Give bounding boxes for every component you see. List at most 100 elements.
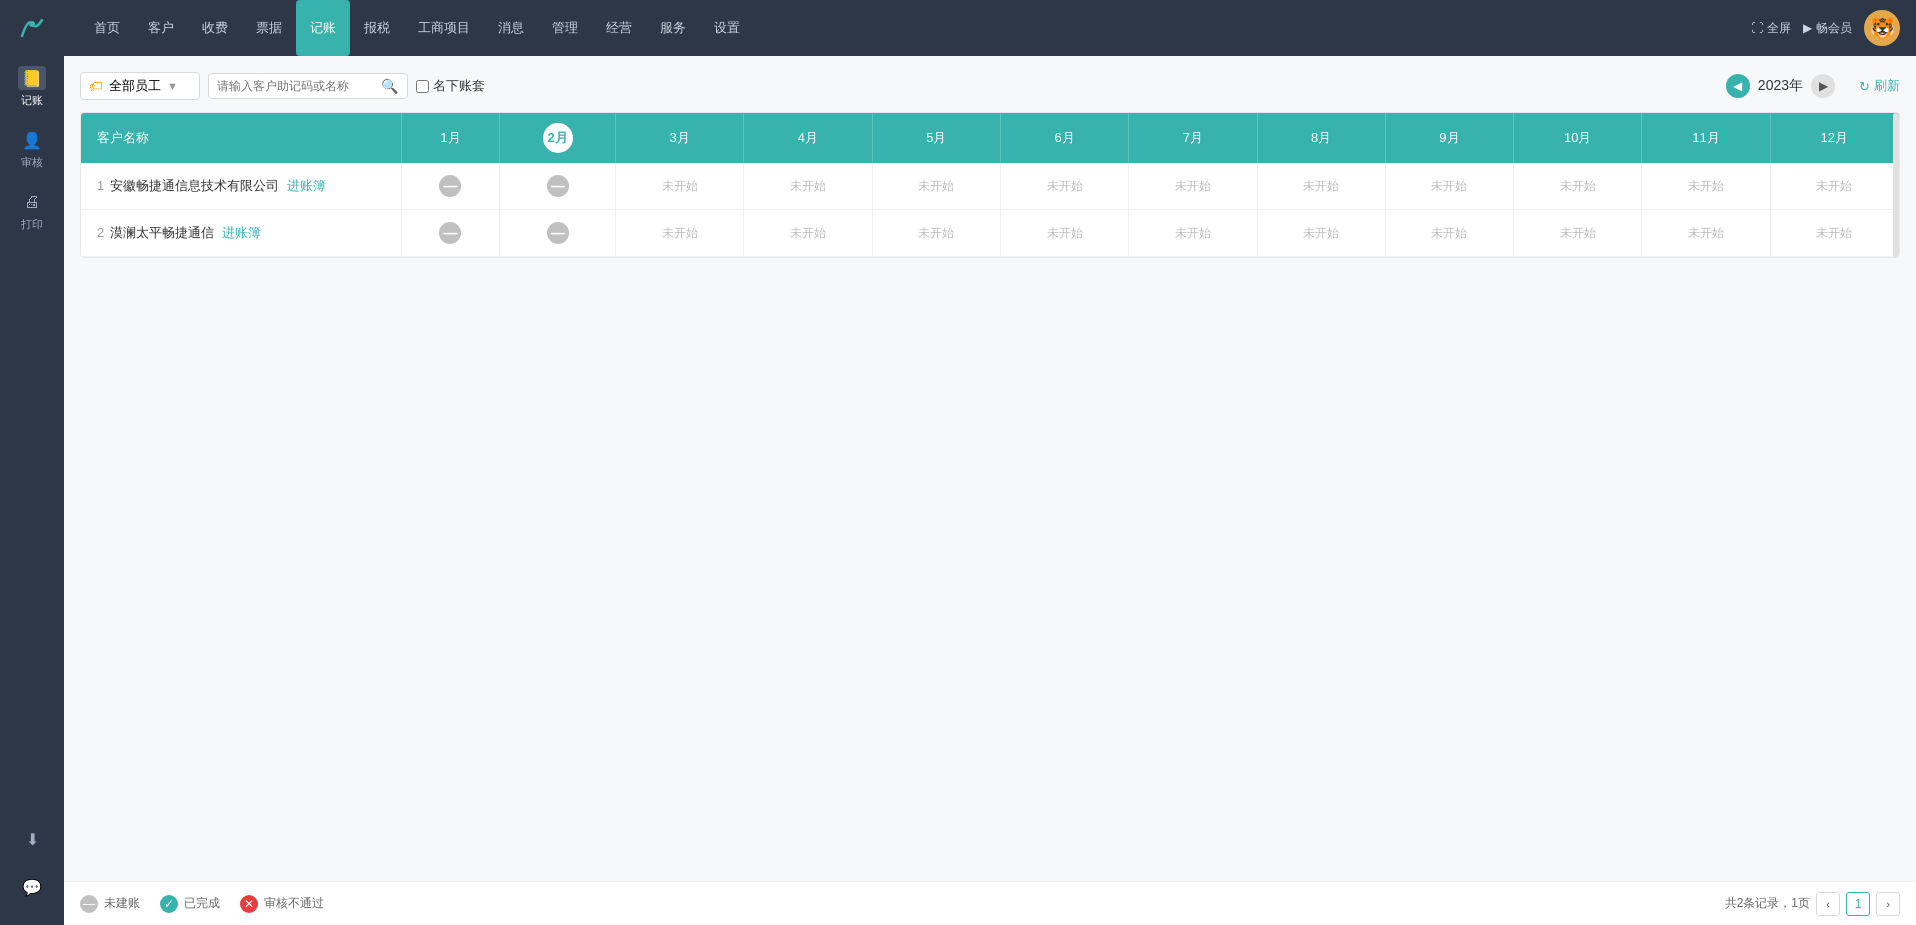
month-cell-11: 未开始 <box>1642 163 1770 210</box>
content-area: 🏷 全部员工 ▼ 🔍 名下账套 ◀ 2023年 ▶ ↻ 刷新 <box>64 56 1916 881</box>
not-started-text: 未开始 <box>1816 179 1852 193</box>
month-cell-7: 未开始 <box>1129 210 1257 257</box>
not-started-text: 未开始 <box>662 226 698 240</box>
month-cell-3: 未开始 <box>616 210 744 257</box>
sidebar-item-ledger[interactable]: 📒 记账 <box>0 56 64 118</box>
refresh-icon: ↻ <box>1859 79 1870 94</box>
user-avatar[interactable]: 🐯 <box>1864 10 1900 46</box>
month-cell-2: — <box>500 210 616 257</box>
month-cell-9: 未开始 <box>1385 163 1513 210</box>
account-set-checkbox[interactable] <box>416 80 429 93</box>
sidebar-item-audit-label: 审核 <box>21 155 43 170</box>
client-search-input[interactable] <box>217 79 377 93</box>
not-started-text: 未开始 <box>1303 226 1339 240</box>
footer-bar: — 未建账 ✓ 已完成 ✕ 审核不通过 共2条记录，1页 ‹ 1 › <box>64 881 1916 925</box>
not-started-text: 未开始 <box>1047 226 1083 240</box>
not-started-text: 未开始 <box>790 179 826 193</box>
col-nov: 11月 <box>1642 113 1770 163</box>
col-apr: 4月 <box>744 113 872 163</box>
sidebar-item-print-label: 打印 <box>21 217 43 232</box>
audit-icon: 👤 <box>18 128 46 152</box>
svg-point-0 <box>14 10 50 46</box>
status-dash-icon: — <box>439 222 461 244</box>
month-cell-7: 未开始 <box>1129 163 1257 210</box>
legend-rejected-label: 审核不通过 <box>264 895 324 912</box>
legend-not-built: — 未建账 <box>80 895 140 913</box>
nav-message[interactable]: 消息 <box>484 0 538 56</box>
not-started-text: 未开始 <box>1431 179 1467 193</box>
sidebar-item-support[interactable]: 💬 <box>0 865 64 909</box>
row-number: 2 <box>97 225 104 240</box>
sidebar-bottom: ⬇ 💬 <box>0 817 64 925</box>
nav-tax[interactable]: 报税 <box>350 0 404 56</box>
not-started-text: 未开始 <box>1175 226 1211 240</box>
col-aug: 8月 <box>1257 113 1385 163</box>
nav-service[interactable]: 服务 <box>646 0 700 56</box>
fullscreen-button[interactable]: ⛶ 全屏 <box>1751 20 1791 37</box>
not-started-text: 未开始 <box>662 179 698 193</box>
enter-ledger-link[interactable]: 进账簿 <box>287 178 326 193</box>
status-dash-icon: — <box>547 222 569 244</box>
month-cell-5: 未开始 <box>872 210 1000 257</box>
col-may: 5月 <box>872 113 1000 163</box>
account-set-label: 名下账套 <box>433 77 485 95</box>
table-body: 1安徽畅捷通信息技术有限公司进账簿——未开始未开始未开始未开始未开始未开始未开始… <box>81 163 1899 257</box>
month-cell-3: 未开始 <box>616 163 744 210</box>
employee-select[interactable]: 🏷 全部员工 ▼ <box>80 72 200 100</box>
filter-bar: 🏷 全部员工 ▼ 🔍 名下账套 ◀ 2023年 ▶ ↻ 刷新 <box>80 72 1900 100</box>
col-jul: 7月 <box>1129 113 1257 163</box>
member-button[interactable]: ▶ 畅会员 <box>1803 20 1852 37</box>
legend-not-built-label: 未建账 <box>104 895 140 912</box>
sidebar-item-print[interactable]: 🖨 打印 <box>0 180 64 242</box>
nav-operation[interactable]: 经营 <box>592 0 646 56</box>
sidebar-item-audit[interactable]: 👤 审核 <box>0 118 64 180</box>
refresh-label: 刷新 <box>1874 77 1900 95</box>
col-jun: 6月 <box>1000 113 1128 163</box>
month-cell-2: — <box>500 163 616 210</box>
member-play-icon: ▶ <box>1803 21 1812 35</box>
table-header-row: 客户名称 1月 2月 3月 4月 5月 6月 7月 8月 9月 10月 11月 … <box>81 113 1899 163</box>
month-cell-12: 未开始 <box>1770 163 1898 210</box>
current-page-box[interactable]: 1 <box>1846 892 1870 916</box>
legend-completed-label: 已完成 <box>184 895 220 912</box>
member-label: 畅会员 <box>1816 20 1852 37</box>
col-oct: 10月 <box>1514 113 1642 163</box>
enter-ledger-link[interactable]: 进账簿 <box>222 225 261 240</box>
refresh-button[interactable]: ↻ 刷新 <box>1859 77 1900 95</box>
legend-grey-dot: — <box>80 895 98 913</box>
legend-rejected: ✕ 审核不通过 <box>240 895 324 913</box>
nav-invoice[interactable]: 票据 <box>242 0 296 56</box>
status-dash-icon: — <box>439 175 461 197</box>
employee-select-label: 全部员工 <box>109 77 161 95</box>
nav-manage[interactable]: 管理 <box>538 0 592 56</box>
prev-year-button[interactable]: ◀ <box>1726 74 1750 98</box>
not-started-text: 未开始 <box>1560 226 1596 240</box>
month-cell-11: 未开始 <box>1642 210 1770 257</box>
col-client-header: 客户名称 <box>81 113 401 163</box>
sidebar-item-download[interactable]: ⬇ <box>0 817 64 861</box>
not-started-text: 未开始 <box>918 179 954 193</box>
search-button[interactable]: 🔍 <box>381 78 398 94</box>
account-set-checkbox-label[interactable]: 名下账套 <box>416 77 485 95</box>
nav-bizproject[interactable]: 工商项目 <box>404 0 484 56</box>
col-dec: 12月 <box>1770 113 1898 163</box>
prev-page-button[interactable]: ‹ <box>1816 892 1840 916</box>
not-started-text: 未开始 <box>1816 226 1852 240</box>
table-row: 2漠澜太平畅捷通信进账簿——未开始未开始未开始未开始未开始未开始未开始未开始未开… <box>81 210 1899 257</box>
ledger-table: 客户名称 1月 2月 3月 4月 5月 6月 7月 8月 9月 10月 11月 … <box>81 113 1899 257</box>
total-records-text: 共2条记录，1页 <box>1725 895 1810 912</box>
legend-red-dot: ✕ <box>240 895 258 913</box>
month-cell-5: 未开始 <box>872 163 1000 210</box>
client-search-wrap: 🔍 <box>208 73 408 99</box>
nav-ledger[interactable]: 记账 <box>296 0 350 56</box>
nav-settings[interactable]: 设置 <box>700 0 754 56</box>
client-name: 安徽畅捷通信息技术有限公司 <box>110 178 279 193</box>
not-started-text: 未开始 <box>1688 179 1724 193</box>
nav-home[interactable]: 首页 <box>80 0 134 56</box>
month-cell-6: 未开始 <box>1000 210 1128 257</box>
next-page-button[interactable]: › <box>1876 892 1900 916</box>
nav-billing[interactable]: 收费 <box>188 0 242 56</box>
next-year-button[interactable]: ▶ <box>1811 74 1835 98</box>
nav-client[interactable]: 客户 <box>134 0 188 56</box>
svg-point-1 <box>29 21 35 27</box>
